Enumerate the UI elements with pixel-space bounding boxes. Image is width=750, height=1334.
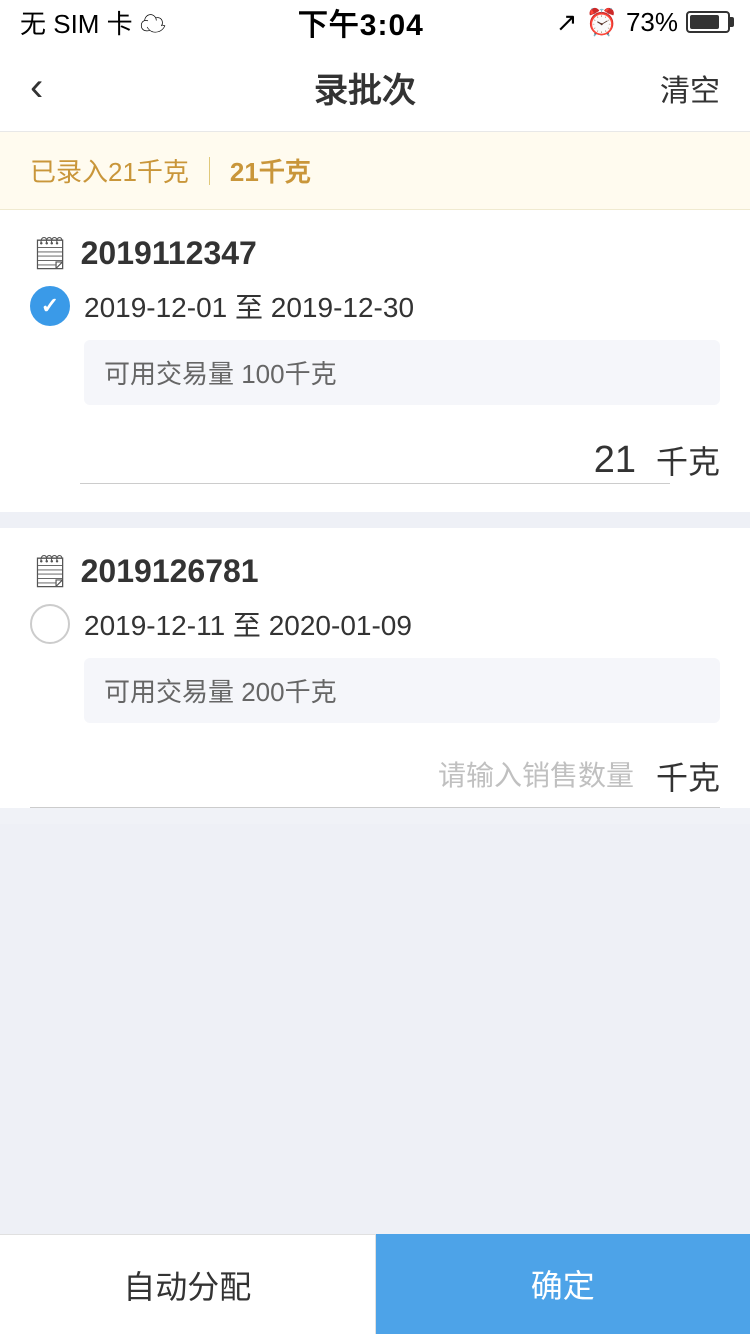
batch2-icon: 🗒	[30, 552, 71, 590]
batch1-underline	[80, 483, 670, 484]
batch1-quantity-value: 21	[594, 439, 636, 482]
battery-percent: 73%	[626, 7, 678, 38]
location-icon: ↗	[556, 7, 578, 38]
recorded-label: 已录入21千克	[30, 152, 189, 189]
no-sim-label: 无 SIM 卡 ☁	[20, 4, 166, 41]
section-separator	[0, 512, 750, 528]
confirm-button[interactable]: 确定	[376, 1234, 750, 1334]
batch1-quantity-row: 21 千克	[0, 425, 750, 483]
status-left: 无 SIM 卡 ☁	[20, 4, 166, 41]
batch2-underline	[30, 807, 720, 808]
batch2-id: 2019126781	[81, 553, 259, 590]
batch1-date: 2019-12-01 至 2019-12-30	[84, 286, 414, 326]
batch2-date-row: 2019-12-11 至 2020-01-09	[30, 604, 720, 644]
batch1-underline-wrap	[0, 483, 750, 496]
batch2-quantity-input[interactable]	[30, 760, 634, 792]
banner-divider	[209, 157, 210, 185]
clear-button[interactable]: 清空	[640, 66, 720, 110]
batch1-id: 2019112347	[81, 235, 257, 272]
batch1-icon: 🗒	[30, 234, 71, 272]
batch1-date-row: 2019-12-01 至 2019-12-30	[30, 286, 720, 326]
back-button[interactable]: ‹	[30, 65, 90, 110]
batch1-unit: 千克	[656, 437, 720, 483]
batch2-header: 🗒 2019126781	[30, 552, 720, 590]
batch1-availability: 可用交易量 100千克	[84, 340, 720, 405]
batch1-header: 🗒 2019112347	[30, 234, 720, 272]
nav-bar: ‹ 录批次 清空	[0, 44, 750, 132]
batch2-availability: 可用交易量 200千克	[84, 658, 720, 723]
batch1-card: 🗒 2019112347 2019-12-01 至 2019-12-30 可用交…	[0, 210, 750, 512]
page-title: 录批次	[314, 63, 416, 112]
battery-icon	[686, 11, 730, 33]
batch1-radio[interactable]	[30, 286, 70, 326]
bottom-area	[0, 824, 750, 1294]
bottom-buttons: 自动分配 确定	[0, 1234, 750, 1334]
batch2-radio[interactable]	[30, 604, 70, 644]
recorded-amount: 21千克	[230, 152, 311, 189]
alarm-icon: ⏰	[586, 7, 618, 38]
batch2-unit: 千克	[656, 753, 720, 799]
info-banner: 已录入21千克 21千克	[0, 132, 750, 210]
batch2-card: 🗒 2019126781 2019-12-11 至 2020-01-09 可用交…	[0, 528, 750, 808]
status-right: ↗ ⏰ 73%	[556, 7, 730, 38]
status-bar: 无 SIM 卡 ☁ 下午3:04 ↗ ⏰ 73%	[0, 0, 750, 44]
auto-distribute-button[interactable]: 自动分配	[0, 1234, 376, 1334]
batch2-date: 2019-12-11 至 2020-01-09	[84, 604, 412, 644]
status-time: 下午3:04	[298, 0, 424, 44]
